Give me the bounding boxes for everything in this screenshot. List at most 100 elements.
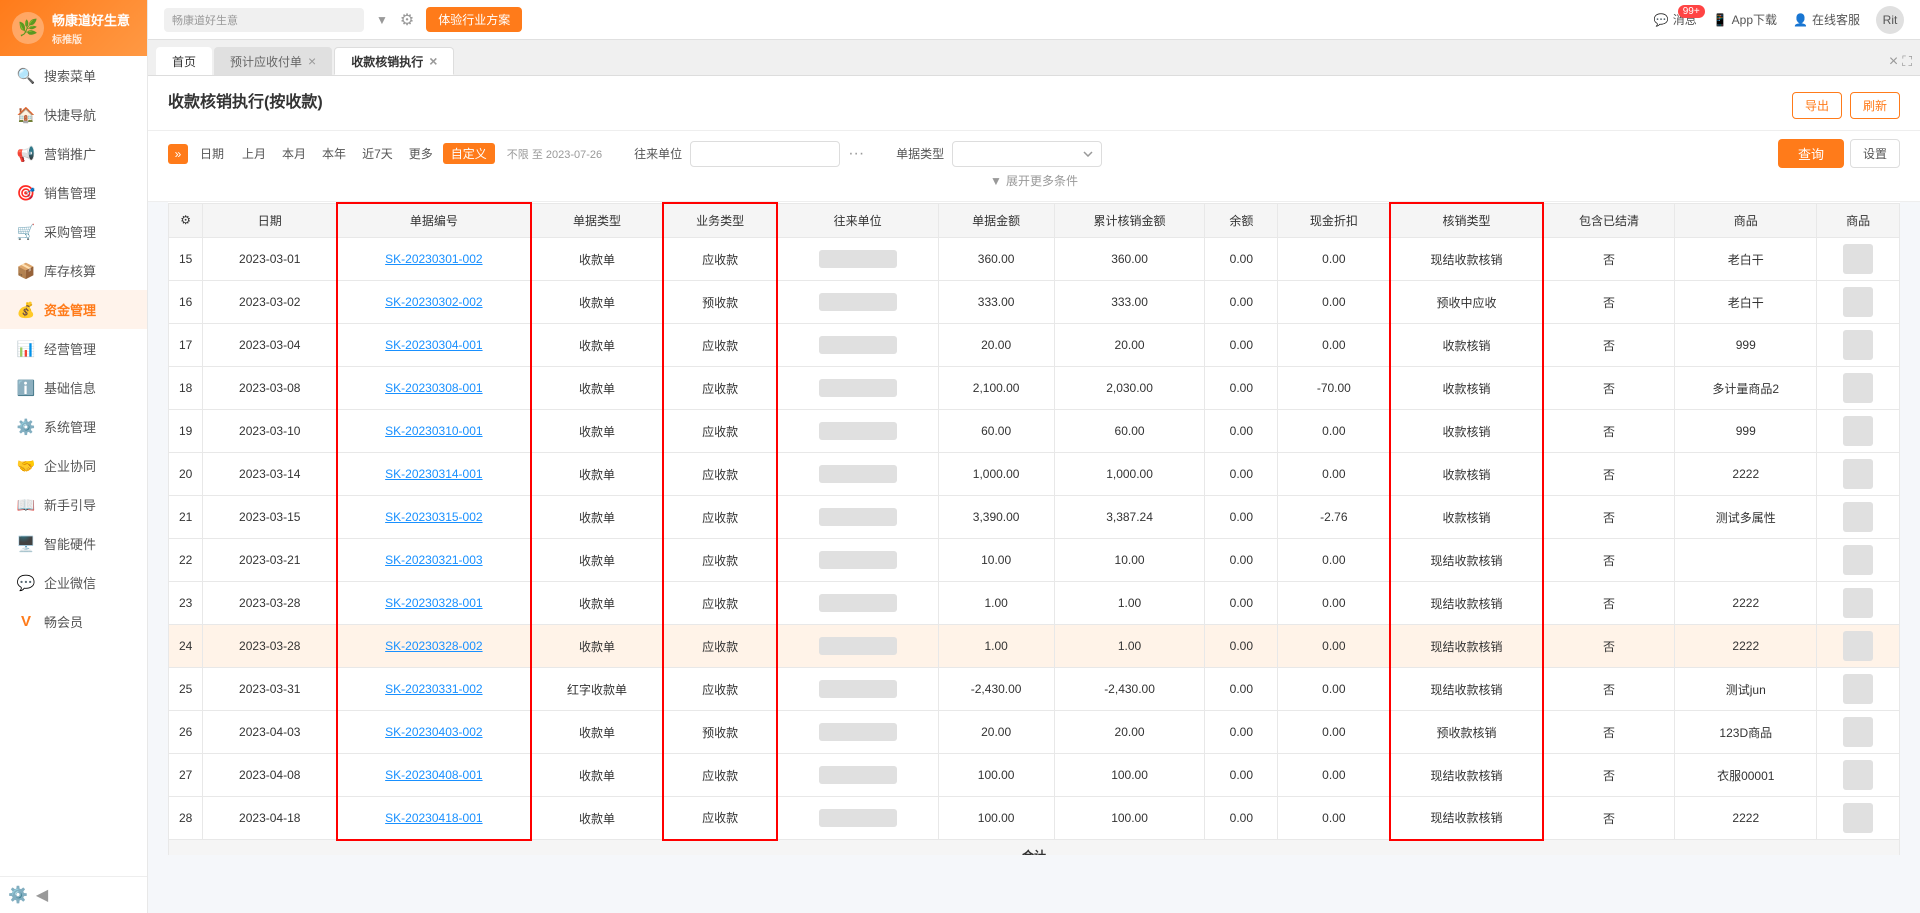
cell-doc-amount: 2,100.00	[938, 367, 1054, 410]
solution-button[interactable]: 体验行业方案	[426, 7, 522, 32]
cell-balance: 0.00	[1205, 281, 1278, 324]
messages-button[interactable]: 💬 消息 99+	[1654, 11, 1697, 28]
sidebar-item-member[interactable]: V 畅会员	[0, 602, 147, 641]
purchase-icon: 🛒	[16, 223, 36, 241]
cell-include-settled: 否	[1543, 668, 1675, 711]
collapse-icon[interactable]: ◀	[36, 885, 48, 905]
cell-doc-no: SK-20230315-002	[337, 496, 530, 539]
query-button[interactable]: 查询	[1778, 139, 1844, 168]
th-doc-amount: 单据金额	[938, 203, 1054, 238]
table-area[interactable]: ⚙ 日期 单据编号 单据类型 业务类型 往来单位 单据金额 累计核销金额 余额 …	[148, 202, 1920, 855]
cell-include-settled: 否	[1543, 281, 1675, 324]
sidebar-item-sales[interactable]: 🎯 销售管理	[0, 173, 147, 212]
data-table: ⚙ 日期 单据编号 单据类型 业务类型 往来单位 单据金额 累计核销金额 余额 …	[168, 202, 1900, 855]
tab-pre-receipt[interactable]: 预计应收付单 ×	[214, 47, 332, 75]
doc-no-link[interactable]: SK-20230408-001	[385, 768, 482, 782]
sidebar-item-finance[interactable]: 💰 资金管理	[0, 290, 147, 329]
more-date-btn[interactable]: 更多	[403, 143, 439, 164]
doc-no-link[interactable]: SK-20230301-002	[385, 252, 482, 266]
doc-no-link[interactable]: SK-20230314-001	[385, 467, 482, 481]
cell-balance: 0.00	[1205, 453, 1278, 496]
doc-type-label: 单据类型	[896, 145, 944, 162]
search-menu-icon: 🔍	[16, 67, 36, 85]
sidebar-item-operations[interactable]: 📊 经营管理	[0, 329, 147, 368]
th-settings[interactable]: ⚙	[169, 203, 203, 238]
last-month-btn[interactable]: 上月	[236, 143, 272, 164]
doc-no-link[interactable]: SK-20230328-001	[385, 596, 482, 610]
sidebar-item-hardware[interactable]: 🖥️ 智能硬件	[0, 524, 147, 563]
cell-date: 2023-03-31	[203, 668, 337, 711]
cell-product: 123D商品	[1675, 711, 1817, 754]
partner-input[interactable]	[690, 141, 840, 167]
cell-cash-discount: 0.00	[1278, 711, 1391, 754]
online-service-button[interactable]: 👤 在线客服	[1793, 11, 1860, 28]
sidebar-item-quick-nav[interactable]: 🏠 快捷导航	[0, 95, 147, 134]
app-download-button[interactable]: 📱 App下载	[1713, 11, 1777, 28]
doc-no-link[interactable]: SK-20230331-002	[385, 682, 482, 696]
doc-no-link[interactable]: SK-20230302-002	[385, 295, 482, 309]
settings-button[interactable]: 设置	[1850, 139, 1900, 168]
url-bar[interactable]: 畅康道好生意	[164, 8, 364, 32]
page-header: 收款核销执行(按收款) 导出 刷新	[148, 76, 1920, 131]
topbar-gear-icon[interactable]: ⚙	[400, 10, 414, 30]
sidebar-item-wechat[interactable]: 💬 企业微信	[0, 563, 147, 602]
close-tab-icon[interactable]: ×	[1889, 53, 1898, 71]
export-button[interactable]: 导出	[1792, 92, 1842, 119]
url-chevron-icon[interactable]: ▼	[376, 13, 388, 27]
cell-doc-type: 收款单	[531, 367, 664, 410]
custom-date-btn[interactable]: 自定义	[443, 143, 495, 164]
cell-cumulative-cancel: 1.00	[1054, 582, 1205, 625]
cell-doc-amount: 1.00	[938, 625, 1054, 668]
this-month-btn[interactable]: 本月	[276, 143, 312, 164]
settings-bottom-icon[interactable]: ⚙️	[8, 885, 28, 905]
sidebar-item-label: 系统管理	[44, 417, 96, 436]
doc-no-link[interactable]: SK-20230403-002	[385, 725, 482, 739]
cell-include-settled: 否	[1543, 238, 1675, 281]
doc-no-link[interactable]: SK-20230315-002	[385, 510, 482, 524]
doc-no-link[interactable]: SK-20230321-003	[385, 553, 482, 567]
expand-more-button[interactable]: ▼ 展开更多条件	[990, 172, 1078, 189]
cell-cash-discount: 0.00	[1278, 238, 1391, 281]
user-avatar[interactable]: Rit	[1876, 6, 1904, 34]
partner-dots[interactable]: ···	[848, 145, 864, 163]
this-year-btn[interactable]: 本年	[316, 143, 352, 164]
filter-expand-button[interactable]: »	[168, 144, 188, 164]
cell-product: 老白干	[1675, 238, 1817, 281]
doc-no-link[interactable]: SK-20230308-001	[385, 381, 482, 395]
doc-type-select[interactable]	[952, 141, 1102, 167]
sidebar-item-marketing[interactable]: 📢 营销推广	[0, 134, 147, 173]
refresh-button[interactable]: 刷新	[1850, 92, 1900, 119]
cell-doc-no: SK-20230301-002	[337, 238, 530, 281]
cell-balance: 0.00	[1205, 496, 1278, 539]
cell-product2	[1817, 625, 1900, 668]
cell-cash-discount: -70.00	[1278, 367, 1391, 410]
sidebar-item-purchase[interactable]: 🛒 采购管理	[0, 212, 147, 251]
cell-cumulative-cancel: 2,030.00	[1054, 367, 1205, 410]
table-row: 25 2023-03-31 SK-20230331-002 红字收款单 应收款 …	[169, 668, 1900, 711]
sidebar-item-basic-info[interactable]: ℹ️ 基础信息	[0, 368, 147, 407]
service-icon: 👤	[1793, 13, 1808, 27]
cell-no: 19	[169, 410, 203, 453]
sidebar-item-search-menu[interactable]: 🔍 搜索菜单	[0, 56, 147, 95]
cell-no: 15	[169, 238, 203, 281]
doc-no-link[interactable]: SK-20230310-001	[385, 424, 482, 438]
sidebar-item-guide[interactable]: 📖 新手引导	[0, 485, 147, 524]
sidebar-item-inventory[interactable]: 📦 库存核算	[0, 251, 147, 290]
cell-product2	[1817, 797, 1900, 840]
last-7-days-btn[interactable]: 近7天	[356, 143, 399, 164]
tab-verify-receipts[interactable]: 收款核销执行 ×	[334, 47, 454, 75]
cell-cash-discount: 0.00	[1278, 324, 1391, 367]
sidebar-item-enterprise[interactable]: 🤝 企业协同	[0, 446, 147, 485]
expand-tab-icon[interactable]: ⛶	[1902, 53, 1912, 71]
tab-pre-receipt-close-icon[interactable]: ×	[308, 53, 316, 69]
cell-biz-type: 应收款	[663, 754, 776, 797]
doc-no-link[interactable]: SK-20230418-001	[385, 811, 482, 825]
sidebar-item-system[interactable]: ⚙️ 系统管理	[0, 407, 147, 446]
cell-no: 21	[169, 496, 203, 539]
tab-home[interactable]: 首页	[156, 47, 212, 75]
th-cancel-type: 核销类型	[1390, 203, 1542, 238]
tab-verify-receipts-close-icon[interactable]: ×	[429, 53, 437, 69]
doc-no-link[interactable]: SK-20230328-002	[385, 639, 482, 653]
finance-icon: 💰	[16, 301, 36, 319]
doc-no-link[interactable]: SK-20230304-001	[385, 338, 482, 352]
